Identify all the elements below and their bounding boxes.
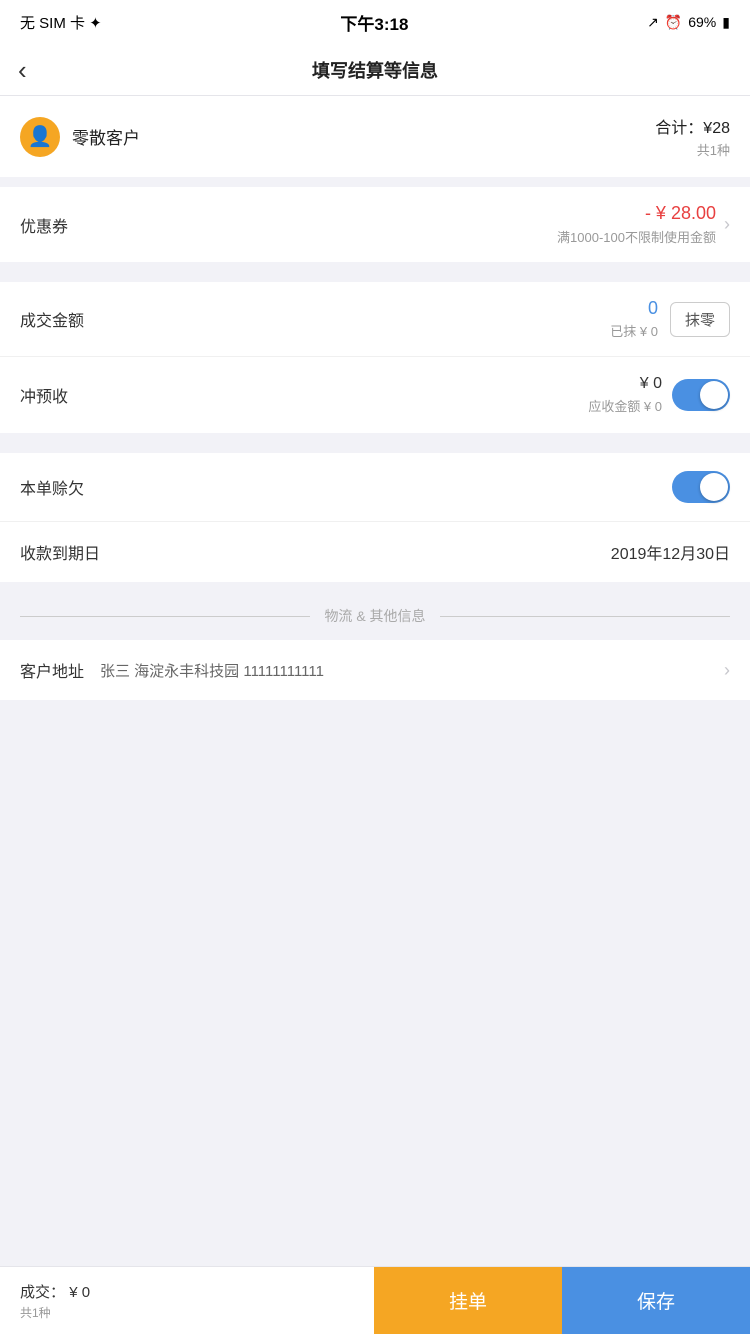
avatar: 👤 <box>20 117 60 157</box>
nav-bar: ‹ 填写结算等信息 <box>0 44 750 96</box>
round-zero-button[interactable]: 抹零 <box>670 302 730 337</box>
status-right: ↗ ⏰ 69% ▮ <box>647 14 730 31</box>
battery-label: 69% <box>688 14 716 30</box>
prepayment-value: ¥ 0 <box>640 375 662 392</box>
chevron-right-icon: › <box>724 214 730 235</box>
transaction-value-block: 0 已抹 ¥ 0 <box>610 298 658 340</box>
prepayment-label: 冲预收 <box>20 383 68 407</box>
page-title: 填写结算等信息 <box>312 57 438 83</box>
bottom-spacer <box>0 710 750 790</box>
coupon-row[interactable]: 优惠券 - ¥ 28.00 满1000-100不限制使用金额 › <box>0 187 750 262</box>
coupon-label: 优惠券 <box>20 213 68 237</box>
due-date-value[interactable]: 2019年12月30日 <box>611 540 730 564</box>
hang-button[interactable]: 挂单 <box>374 1267 562 1334</box>
deferred-right <box>672 471 730 503</box>
status-time: 下午3:18 <box>340 10 408 35</box>
customer-info: 👤 零散客户 <box>20 117 140 157</box>
bottom-count: 共1种 <box>20 1304 354 1321</box>
address-section: 客户地址 张三 海淀永丰科技园 11111111111 › <box>0 640 750 700</box>
logistics-divider: 物流 & 其他信息 <box>0 592 750 640</box>
coupon-sub: 满1000-100不限制使用金额 <box>557 227 716 246</box>
deferred-toggle-thumb <box>700 473 728 501</box>
total-amount: 合计：¥28 <box>655 114 730 138</box>
alarm-icon: ⏰ <box>665 14 682 31</box>
section-divider-2 <box>0 443 750 453</box>
section-divider-1 <box>0 272 750 282</box>
battery-icon: ▮ <box>722 14 730 31</box>
customer-section: 👤 零散客户 合计：¥28 共1种 <box>0 96 750 177</box>
prepayment-toggle[interactable] <box>672 379 730 411</box>
due-date-label: 收款到期日 <box>20 540 100 564</box>
prepayment-right: ¥ 0 应收金额 ¥ 0 <box>588 375 730 415</box>
bottom-transaction-amount: ¥ 0 <box>69 1284 90 1301</box>
coupon-right: - ¥ 28.00 满1000-100不限制使用金额 › <box>557 203 730 246</box>
customer-total: 合计：¥28 共1种 <box>655 114 730 159</box>
coupon-value: - ¥ 28.00 <box>557 203 716 224</box>
total-count: 共1种 <box>655 140 730 159</box>
avatar-icon: 👤 <box>28 124 53 149</box>
prepayment-sub: 应收金额 ¥ 0 <box>588 396 662 415</box>
address-row[interactable]: 客户地址 张三 海淀永丰科技园 11111111111 › <box>0 640 750 700</box>
toggle-thumb <box>700 381 728 409</box>
back-button[interactable]: ‹ <box>18 57 27 83</box>
transaction-sub: 已抹 ¥ 0 <box>610 321 658 340</box>
transaction-value[interactable]: 0 <box>648 298 658 318</box>
transaction-section: 成交金额 0 已抹 ¥ 0 抹零 冲预收 ¥ 0 应收金额 ¥ 0 <box>0 282 750 433</box>
coupon-section: 优惠券 - ¥ 28.00 满1000-100不限制使用金额 › <box>0 187 750 262</box>
location-icon: ↗ <box>647 14 659 31</box>
address-label: 客户地址 <box>20 658 84 682</box>
deferred-section: 本单赊欠 收款到期日 2019年12月30日 <box>0 453 750 582</box>
status-bar: 无 SIM 卡 ✦ 下午3:18 ↗ ⏰ 69% ▮ <box>0 0 750 44</box>
address-value: 张三 海淀永丰科技园 11111111111 <box>100 660 716 681</box>
transaction-row: 成交金额 0 已抹 ¥ 0 抹零 <box>0 282 750 356</box>
no-sim-label: 无 SIM 卡 ✦ <box>20 12 102 33</box>
bottom-transaction-label: 成交： <box>20 1284 65 1301</box>
address-chevron-icon: › <box>724 660 730 681</box>
customer-name: 零散客户 <box>72 124 140 149</box>
customer-row: 👤 零散客户 合计：¥28 共1种 <box>0 96 750 177</box>
prepayment-value-block: ¥ 0 应收金额 ¥ 0 <box>588 375 662 415</box>
bottom-info: 成交： ¥ 0 共1种 <box>0 1281 374 1321</box>
deferred-label: 本单赊欠 <box>20 475 84 499</box>
bottom-bar: 成交： ¥ 0 共1种 挂单 保存 <box>0 1266 750 1334</box>
due-date-row: 收款到期日 2019年12月30日 <box>0 521 750 582</box>
transaction-right: 0 已抹 ¥ 0 抹零 <box>610 298 730 340</box>
status-left: 无 SIM 卡 ✦ <box>20 12 102 33</box>
coupon-value-block: - ¥ 28.00 满1000-100不限制使用金额 <box>557 203 716 246</box>
deferred-row: 本单赊欠 <box>0 453 750 521</box>
deferred-toggle[interactable] <box>672 471 730 503</box>
save-button[interactable]: 保存 <box>562 1267 750 1334</box>
logistics-label: 物流 & 其他信息 <box>324 606 425 626</box>
transaction-label: 成交金额 <box>20 307 84 331</box>
prepayment-row: 冲预收 ¥ 0 应收金额 ¥ 0 <box>0 356 750 433</box>
bottom-transaction: 成交： ¥ 0 <box>20 1281 354 1302</box>
